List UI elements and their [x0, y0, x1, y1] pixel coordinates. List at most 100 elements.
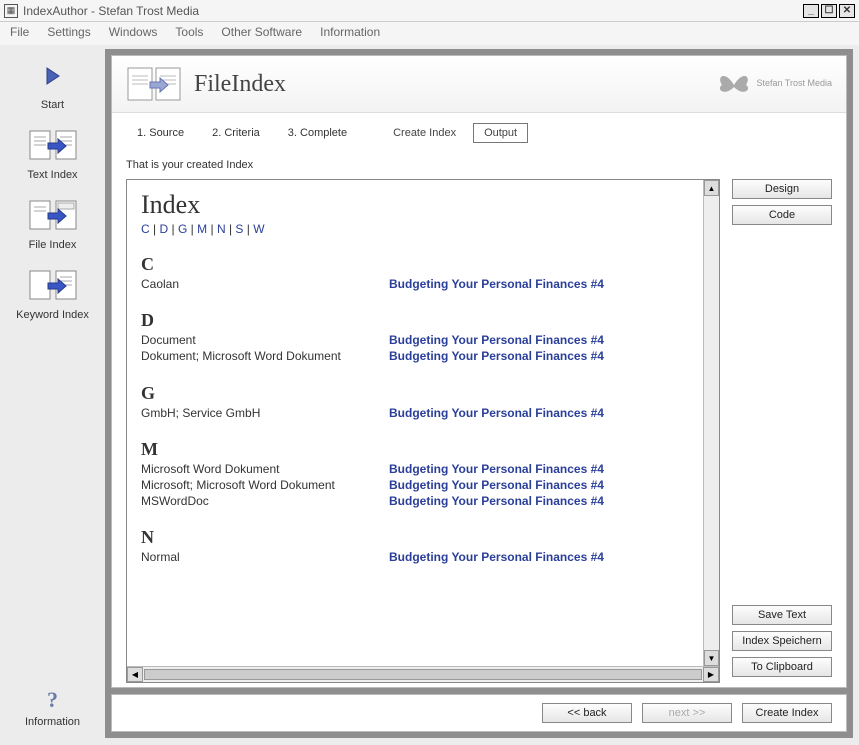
scroll-down-icon[interactable]: ▼ — [704, 650, 719, 666]
menu-settings[interactable]: Settings — [47, 25, 90, 39]
sidebar-item-file-index[interactable]: File Index — [8, 191, 98, 259]
index-term: GmbH; Service GmbH — [141, 405, 389, 421]
index-viewer: Index C | D | G | M | N | S | W — [126, 179, 720, 683]
index-term: Caolan — [141, 276, 389, 292]
to-clipboard-button[interactable]: To Clipboard — [732, 657, 832, 677]
sidebar: Start Text Index — [0, 45, 105, 744]
alpha-nav: C | D | G | M | N | S | W — [141, 222, 689, 236]
scroll-thumb[interactable] — [144, 669, 702, 680]
section-letter: C — [141, 254, 689, 275]
app-icon: ▦ — [4, 4, 18, 18]
sidebar-item-label: Text Index — [27, 169, 77, 181]
index-section: C Caolan Budgeting Your Personal Finance… — [141, 254, 689, 292]
index-term: Microsoft; Microsoft Word Dokument — [141, 477, 389, 493]
back-button[interactable]: << back — [542, 703, 632, 723]
alpha-link[interactable]: D — [159, 222, 168, 236]
doc-arrow-icon — [10, 265, 96, 307]
index-ref[interactable]: Budgeting Your Personal Finances #4 — [389, 276, 604, 292]
index-ref[interactable]: Budgeting Your Personal Finances #4 — [389, 405, 604, 421]
page-title: FileIndex — [194, 71, 286, 98]
tab-output[interactable]: Output — [473, 123, 528, 143]
index-row: Document Budgeting Your Personal Finance… — [141, 332, 689, 348]
alpha-link[interactable]: N — [217, 222, 226, 236]
doc-arrow-icon — [10, 195, 96, 237]
horizontal-scrollbar[interactable]: ◀ ▶ — [127, 666, 719, 682]
alpha-link[interactable]: S — [235, 222, 243, 236]
minimize-button[interactable]: _ — [803, 4, 819, 18]
index-ref[interactable]: Budgeting Your Personal Finances #4 — [389, 348, 604, 364]
index-term: Microsoft Word Dokument — [141, 461, 389, 477]
index-ref[interactable]: Budgeting Your Personal Finances #4 — [389, 461, 604, 477]
alpha-link[interactable]: C — [141, 222, 150, 236]
menubar: File Settings Windows Tools Other Softwa… — [0, 22, 859, 45]
index-speichern-button[interactable]: Index Speichern — [732, 631, 832, 651]
index-row: Microsoft; Microsoft Word Dokument Budge… — [141, 477, 689, 493]
section-letter: N — [141, 527, 689, 548]
index-term: Document — [141, 332, 389, 348]
sidebar-item-keyword-index[interactable]: Keyword Index — [8, 261, 98, 329]
menu-other-software[interactable]: Other Software — [221, 25, 302, 39]
index-term: MSWordDoc — [141, 493, 389, 509]
vertical-scrollbar[interactable]: ▲ ▼ — [703, 180, 719, 666]
alpha-link[interactable]: M — [197, 222, 207, 236]
butterfly-icon — [714, 67, 754, 101]
footer-panel: << back next >> Create Index — [111, 694, 847, 732]
index-ref[interactable]: Budgeting Your Personal Finances #4 — [389, 493, 604, 509]
scroll-up-icon[interactable]: ▲ — [704, 180, 719, 196]
sidebar-item-start[interactable]: Start — [8, 51, 98, 119]
question-icon: ? — [10, 686, 96, 714]
section-letter: D — [141, 310, 689, 331]
index-row: Dokument; Microsoft Word Dokument Budget… — [141, 348, 689, 364]
next-button[interactable]: next >> — [642, 703, 732, 723]
section-letter: G — [141, 383, 689, 404]
window-title: IndexAuthor - Stefan Trost Media — [23, 4, 803, 18]
index-row: Microsoft Word Dokument Budgeting Your P… — [141, 461, 689, 477]
index-term: Dokument; Microsoft Word Dokument — [141, 348, 389, 364]
header-icon — [126, 64, 182, 104]
index-section: M Microsoft Word Dokument Budgeting Your… — [141, 439, 689, 510]
menu-tools[interactable]: Tools — [175, 25, 203, 39]
section-letter: M — [141, 439, 689, 460]
index-ref[interactable]: Budgeting Your Personal Finances #4 — [389, 549, 604, 565]
menu-information[interactable]: Information — [320, 25, 380, 39]
play-icon — [10, 55, 96, 97]
menu-file[interactable]: File — [10, 25, 29, 39]
menu-windows[interactable]: Windows — [109, 25, 158, 39]
maximize-button[interactable]: ☐ — [821, 4, 837, 18]
index-row: GmbH; Service GmbH Budgeting Your Person… — [141, 405, 689, 421]
index-ref[interactable]: Budgeting Your Personal Finances #4 — [389, 332, 604, 348]
close-button[interactable]: ✕ — [839, 4, 855, 18]
index-section: D Document Budgeting Your Personal Finan… — [141, 310, 689, 364]
doc-arrow-icon — [10, 125, 96, 167]
header-panel: FileIndex Stefan Trost Media — [112, 56, 846, 113]
tabs: 1. Source 2. Criteria 3. Complete Create… — [112, 113, 846, 151]
create-index-button[interactable]: Create Index — [742, 703, 832, 723]
tab-criteria[interactable]: 2. Criteria — [201, 123, 271, 143]
tab-source[interactable]: 1. Source — [126, 123, 195, 143]
design-button[interactable]: Design — [732, 179, 832, 199]
tab-complete[interactable]: 3. Complete — [277, 123, 358, 143]
sidebar-item-information[interactable]: ? Information — [8, 682, 98, 736]
tab-create-index[interactable]: Create Index — [382, 123, 467, 143]
alpha-link[interactable]: W — [253, 222, 264, 236]
index-ref[interactable]: Budgeting Your Personal Finances #4 — [389, 477, 604, 493]
content-frame: FileIndex Stefan Trost Media 1. Source 2… — [105, 49, 853, 738]
sidebar-item-label: File Index — [29, 239, 77, 251]
scroll-right-icon[interactable]: ▶ — [703, 667, 719, 682]
viewer-content: Index C | D | G | M | N | S | W — [127, 180, 703, 666]
sidebar-item-label: Keyword Index — [16, 309, 89, 321]
alpha-link[interactable]: G — [178, 222, 187, 236]
index-row: Caolan Budgeting Your Personal Finances … — [141, 276, 689, 292]
sidebar-item-label: Information — [25, 716, 80, 728]
right-buttons: Design Code Save Text Index Speichern To… — [732, 179, 832, 683]
window-buttons: _ ☐ ✕ — [803, 4, 855, 18]
save-text-button[interactable]: Save Text — [732, 605, 832, 625]
index-row: Normal Budgeting Your Personal Finances … — [141, 549, 689, 565]
brand: Stefan Trost Media — [714, 67, 832, 101]
code-button[interactable]: Code — [732, 205, 832, 225]
titlebar: ▦ IndexAuthor - Stefan Trost Media _ ☐ ✕ — [0, 0, 859, 22]
index-section: G GmbH; Service GmbH Budgeting Your Pers… — [141, 383, 689, 421]
index-term: Normal — [141, 549, 389, 565]
sidebar-item-text-index[interactable]: Text Index — [8, 121, 98, 189]
scroll-left-icon[interactable]: ◀ — [127, 667, 143, 682]
